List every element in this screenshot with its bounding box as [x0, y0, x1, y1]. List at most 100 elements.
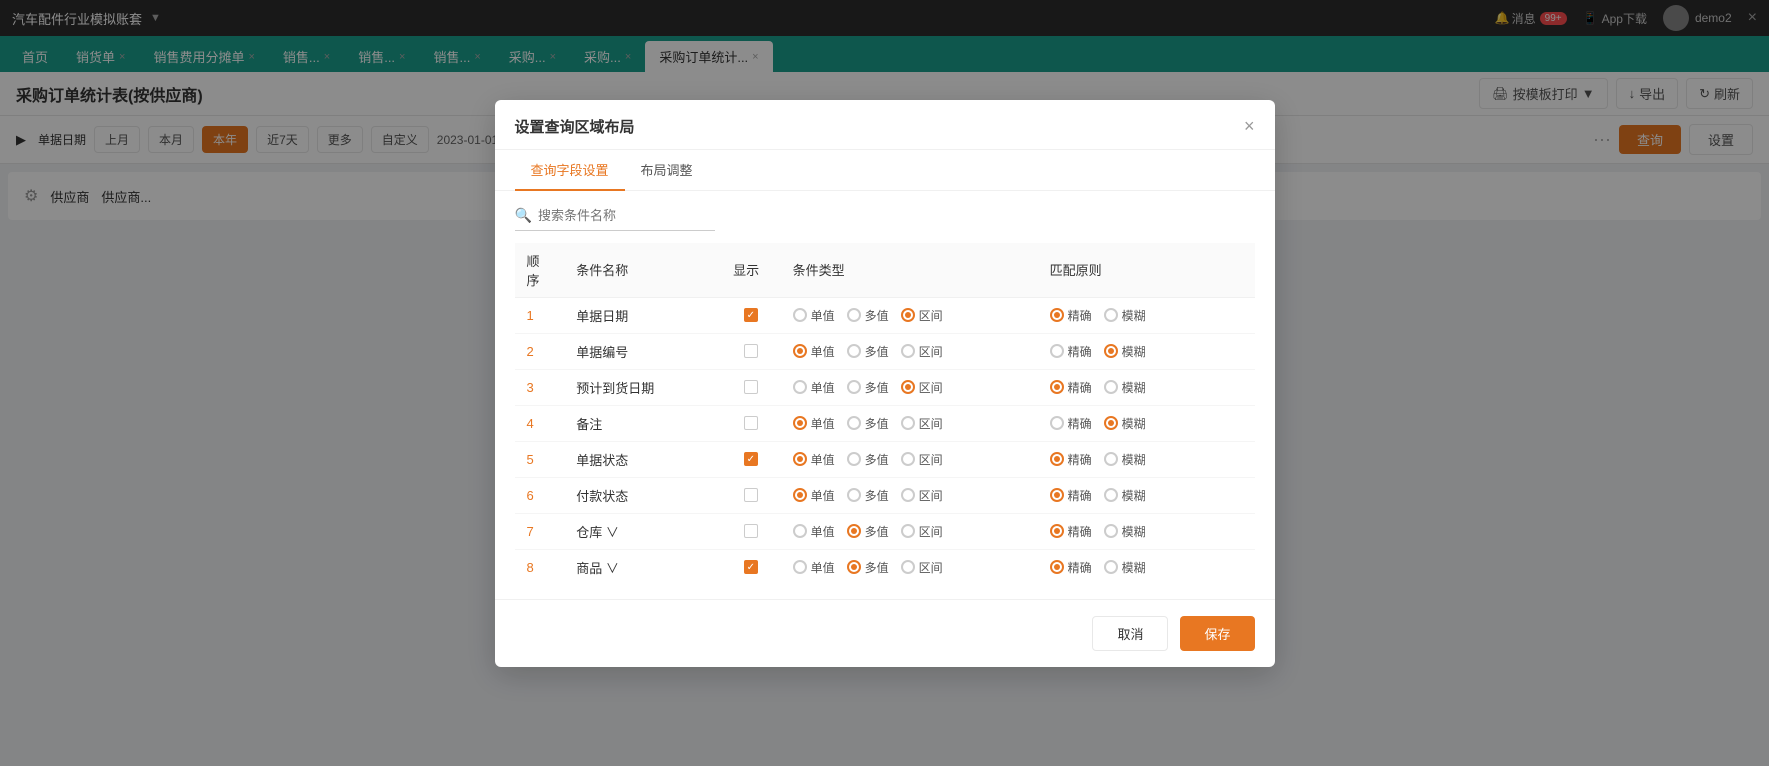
radio-single[interactable]: 单值	[793, 379, 835, 396]
cell-name: 仓库 ∨	[564, 513, 721, 549]
radio-single[interactable]: 单值	[793, 523, 835, 540]
cell-name: 预计到货日期	[564, 369, 721, 405]
radio-exact[interactable]: 精确	[1050, 451, 1092, 468]
th-name: 条件名称	[564, 243, 721, 298]
radio-fuzzy[interactable]: 模糊	[1104, 523, 1146, 540]
cell-order: 2	[515, 333, 565, 369]
cell-show[interactable]	[721, 549, 780, 583]
show-checkbox[interactable]	[744, 524, 758, 538]
show-checkbox[interactable]	[744, 416, 758, 430]
cell-order: 5	[515, 441, 565, 477]
radio-fuzzy[interactable]: 模糊	[1104, 487, 1146, 504]
radio-fuzzy[interactable]: 模糊	[1104, 559, 1146, 576]
cell-match: 精确 模糊	[1038, 477, 1255, 513]
radio-exact[interactable]: 精确	[1050, 559, 1092, 576]
cell-match: 精确 模糊	[1038, 333, 1255, 369]
radio-single[interactable]: 单值	[793, 415, 835, 432]
cell-show[interactable]	[721, 405, 780, 441]
radio-exact[interactable]: 精确	[1050, 379, 1092, 396]
th-show: 显示	[721, 243, 780, 298]
radio-fuzzy[interactable]: 模糊	[1104, 343, 1146, 360]
cell-show[interactable]	[721, 477, 780, 513]
radio-multi[interactable]: 多值	[847, 451, 889, 468]
modal-tabs: 查询字段设置 布局调整	[495, 150, 1275, 191]
cell-order: 7	[515, 513, 565, 549]
table-row: 7仓库 ∨ 单值 多值 区间 精确 模糊	[515, 513, 1255, 549]
radio-range[interactable]: 区间	[901, 379, 943, 396]
th-type: 条件类型	[781, 243, 1038, 298]
radio-single[interactable]: 单值	[793, 559, 835, 576]
radio-multi[interactable]: 多值	[847, 307, 889, 324]
table-row: 1单据日期 单值 多值 区间 精确 模糊	[515, 297, 1255, 333]
show-checkbox[interactable]	[744, 560, 758, 574]
modal-tab-layout-adjust[interactable]: 布局调整	[625, 150, 709, 191]
modal-tab-query-fields[interactable]: 查询字段设置	[515, 150, 625, 191]
cancel-button[interactable]: 取消	[1092, 616, 1168, 651]
radio-fuzzy[interactable]: 模糊	[1104, 415, 1146, 432]
radio-range[interactable]: 区间	[901, 307, 943, 324]
radio-single[interactable]: 单值	[793, 487, 835, 504]
modal-search-box: 🔍	[515, 207, 715, 231]
modal-footer: 取消 保存	[495, 599, 1275, 667]
show-checkbox[interactable]	[744, 308, 758, 322]
radio-multi[interactable]: 多值	[847, 487, 889, 504]
radio-multi[interactable]: 多值	[847, 559, 889, 576]
cell-match: 精确 模糊	[1038, 297, 1255, 333]
modal-header: 设置查询区域布局 ×	[495, 100, 1275, 150]
save-button[interactable]: 保存	[1180, 616, 1254, 651]
cell-name: 付款状态	[564, 477, 721, 513]
radio-multi[interactable]: 多值	[847, 379, 889, 396]
radio-exact[interactable]: 精确	[1050, 523, 1092, 540]
cell-name: 单据日期	[564, 297, 721, 333]
radio-range[interactable]: 区间	[901, 523, 943, 540]
show-checkbox[interactable]	[744, 344, 758, 358]
radio-fuzzy[interactable]: 模糊	[1104, 451, 1146, 468]
cell-show[interactable]	[721, 513, 780, 549]
cell-type: 单值 多值 区间	[781, 369, 1038, 405]
radio-exact[interactable]: 精确	[1050, 487, 1092, 504]
table-row: 2单据编号 单值 多值 区间 精确 模糊	[515, 333, 1255, 369]
th-order: 顺序	[515, 243, 565, 298]
show-checkbox[interactable]	[744, 488, 758, 502]
cell-show[interactable]	[721, 369, 780, 405]
radio-exact[interactable]: 精确	[1050, 415, 1092, 432]
radio-fuzzy[interactable]: 模糊	[1104, 379, 1146, 396]
cell-order: 1	[515, 297, 565, 333]
cell-match: 精确 模糊	[1038, 405, 1255, 441]
search-icon: 🔍	[515, 207, 532, 224]
cell-type: 单值 多值 区间	[781, 405, 1038, 441]
radio-range[interactable]: 区间	[901, 487, 943, 504]
conditions-table-wrapper: 顺序 条件名称 显示 条件类型 匹配原则 1单据日期 单值 多值	[515, 243, 1255, 583]
th-match: 匹配原则	[1038, 243, 1255, 298]
radio-range[interactable]: 区间	[901, 559, 943, 576]
table-row: 8商品 ∨ 单值 多值 区间 精确 模糊	[515, 549, 1255, 583]
table-row: 6付款状态 单值 多值 区间 精确 模糊	[515, 477, 1255, 513]
radio-range[interactable]: 区间	[901, 343, 943, 360]
cell-show[interactable]	[721, 297, 780, 333]
show-checkbox[interactable]	[744, 380, 758, 394]
cell-name: 单据编号	[564, 333, 721, 369]
radio-single[interactable]: 单值	[793, 451, 835, 468]
cell-order: 3	[515, 369, 565, 405]
show-checkbox[interactable]	[744, 452, 758, 466]
cell-type: 单值 多值 区间	[781, 333, 1038, 369]
radio-multi[interactable]: 多值	[847, 523, 889, 540]
radio-fuzzy[interactable]: 模糊	[1104, 307, 1146, 324]
radio-range[interactable]: 区间	[901, 451, 943, 468]
radio-multi[interactable]: 多值	[847, 343, 889, 360]
radio-single[interactable]: 单值	[793, 343, 835, 360]
radio-exact[interactable]: 精确	[1050, 343, 1092, 360]
cell-name: 商品 ∨	[564, 549, 721, 583]
radio-multi[interactable]: 多值	[847, 415, 889, 432]
cell-type: 单值 多值 区间	[781, 297, 1038, 333]
search-input[interactable]	[538, 208, 698, 223]
cell-show[interactable]	[721, 441, 780, 477]
radio-exact[interactable]: 精确	[1050, 307, 1092, 324]
cell-match: 精确 模糊	[1038, 441, 1255, 477]
modal-close-button[interactable]: ×	[1244, 116, 1255, 137]
modal-title: 设置查询区域布局	[515, 116, 635, 137]
radio-range[interactable]: 区间	[901, 415, 943, 432]
cell-show[interactable]	[721, 333, 780, 369]
cell-type: 单值 多值 区间	[781, 549, 1038, 583]
radio-single[interactable]: 单值	[793, 307, 835, 324]
